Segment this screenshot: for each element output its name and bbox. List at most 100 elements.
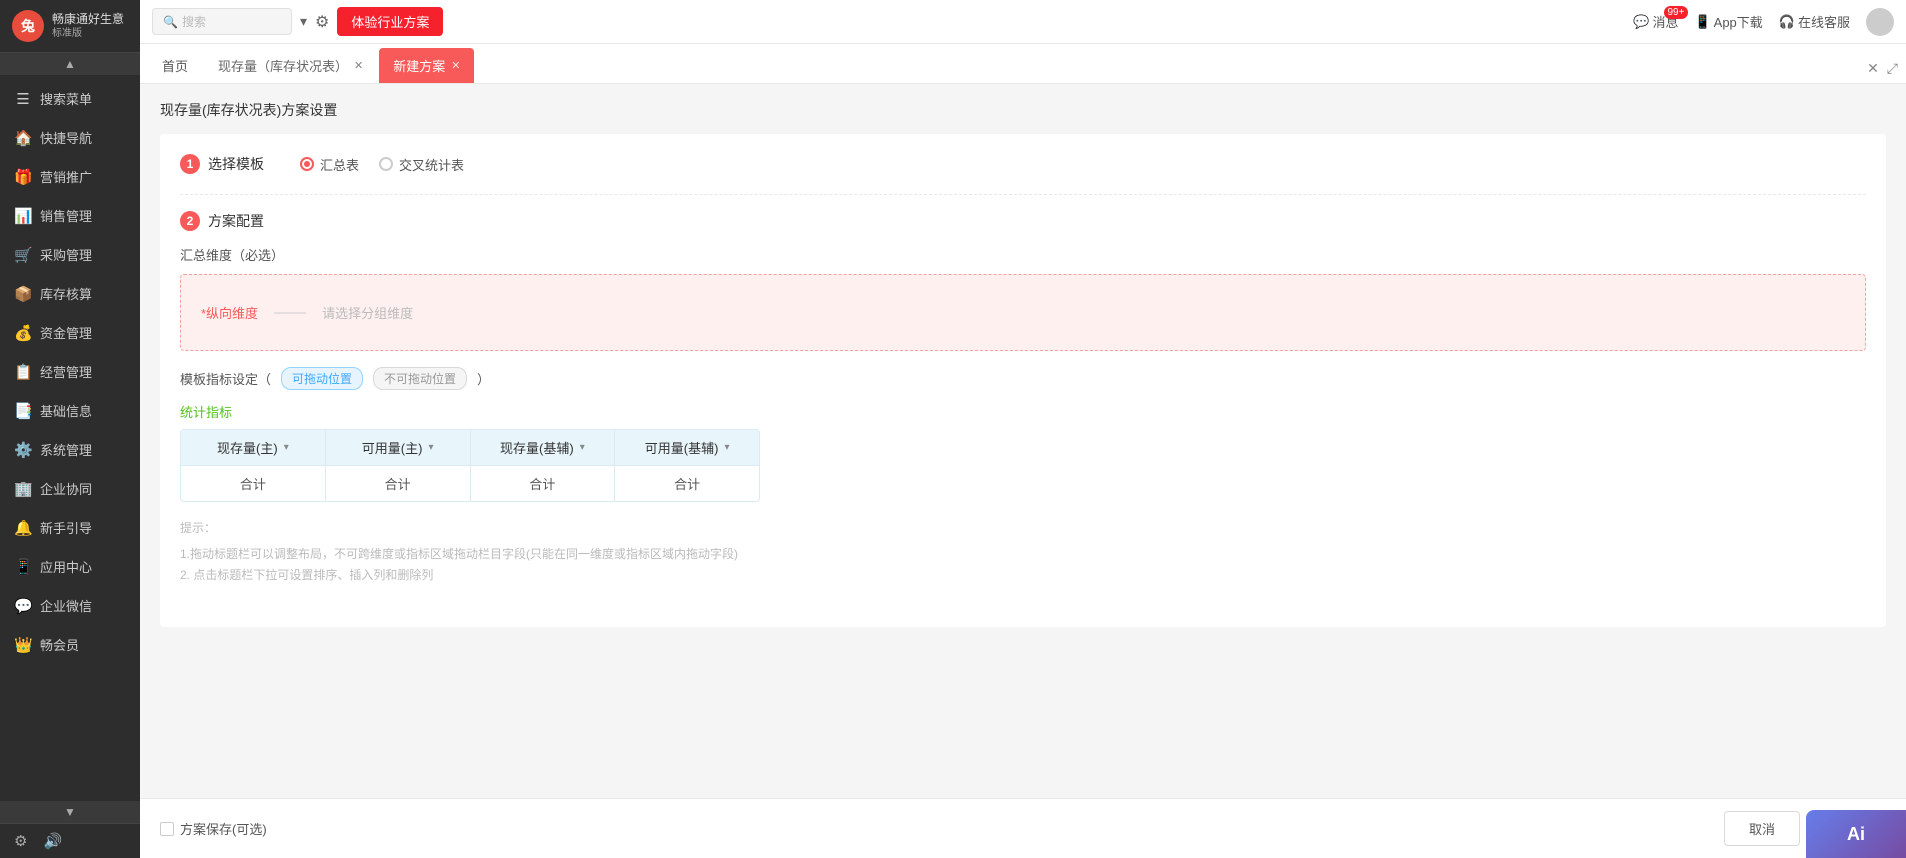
topbar: 🔍 搜索 ▾ ⚙ 体验行业方案 💬 消息 99+ 📱 App下载 🎧 在线客服 <box>140 0 1906 44</box>
window-expand-btn[interactable]: ⤢ <box>1887 60 1898 77</box>
indicator-label: 模板指标设定（ 可拖动位置 不可拖动位置 ） <box>180 367 1866 390</box>
draggable-chip[interactable]: 可拖动位置 <box>281 367 363 390</box>
sidebar-item-system[interactable]: ⚙️ 系统管理 <box>0 430 140 469</box>
sound-footer-icon[interactable]: 🔊 <box>43 832 62 850</box>
headset-icon: 🎧 <box>1779 14 1795 30</box>
basic-info-icon: 📑 <box>14 402 32 420</box>
stats-col-2[interactable]: 现存量(基辅) ▾ <box>471 430 616 465</box>
step1-title: 选择模板 <box>208 154 264 174</box>
sales-icon: 📊 <box>14 207 32 225</box>
stats-section: 统计指标 现存量(主) ▾ 可用量(主) ▾ <box>180 402 1866 502</box>
app-logo-text: 畅康通好生意 标准版 <box>52 12 124 41</box>
col0-dropdown-icon[interactable]: ▾ <box>284 442 289 453</box>
stats-col-1[interactable]: 可用量(主) ▾ <box>326 430 471 465</box>
stats-col-3[interactable]: 可用量(基辅) ▾ <box>615 430 759 465</box>
wechat-icon: 💬 <box>14 597 32 615</box>
cancel-button[interactable]: 取消 <box>1724 811 1800 846</box>
save-checkbox[interactable] <box>160 822 174 836</box>
sidebar-scroll-down[interactable]: ▼ <box>0 801 140 823</box>
sidebar-logo: 兔 畅康通好生意 标准版 <box>0 0 140 53</box>
main-area: 🔍 搜索 ▾ ⚙ 体验行业方案 💬 消息 99+ 📱 App下载 🎧 在线客服 <box>140 0 1906 858</box>
customer-service-btn[interactable]: 🎧 在线客服 <box>1779 12 1850 31</box>
tab-new-scheme-close-icon[interactable]: ✕ <box>451 59 460 72</box>
dimension-required-area[interactable]: *纵向维度 —— 请选择分组维度 <box>180 274 1866 351</box>
sidebar-item-quick-nav[interactable]: 🏠 快捷导航 <box>0 118 140 157</box>
col2-dropdown-icon[interactable]: ▾ <box>580 442 585 453</box>
sidebar-item-sales[interactable]: 📊 销售管理 <box>0 196 140 235</box>
sidebar-item-app-center[interactable]: 📱 应用中心 <box>0 547 140 586</box>
template-radio-group: 汇总表 交叉统计表 <box>300 155 464 174</box>
stats-table: 现存量(主) ▾ 可用量(主) ▾ 现存量(基辅) ▾ <box>180 429 760 502</box>
sidebar-footer: ⚙ 🔊 <box>0 823 140 858</box>
radio-cross-circle <box>379 157 393 171</box>
sidebar-item-member[interactable]: 👑 畅会员 <box>0 625 140 664</box>
radio-summary[interactable]: 汇总表 <box>300 155 359 174</box>
operations-icon: 📋 <box>14 363 32 381</box>
tab-home[interactable]: 首页 <box>148 48 202 83</box>
step2-num: 2 <box>180 211 200 231</box>
sidebar-item-basic-info[interactable]: 📑 基础信息 <box>0 391 140 430</box>
sidebar-scroll-up[interactable]: ▲ <box>0 53 140 75</box>
topbar-dropdown-icon[interactable]: ▾ <box>300 13 307 30</box>
message-btn[interactable]: 💬 消息 99+ <box>1633 12 1678 31</box>
finance-icon: 💰 <box>14 324 32 342</box>
stats-cell-0-3: 合计 <box>615 466 759 501</box>
app-logo-icon: 兔 <box>12 10 44 42</box>
app-download-icon: 📱 <box>1694 14 1710 30</box>
app-download-btn[interactable]: 📱 App下载 <box>1694 12 1762 31</box>
stats-cell-0-0: 合计 <box>181 466 326 501</box>
guide-icon: 🔔 <box>14 519 32 537</box>
stats-cell-0-2: 合计 <box>471 466 616 501</box>
step2-header: 2 方案配置 <box>180 211 1866 231</box>
window-close-btn[interactable]: ✕ <box>1867 60 1879 77</box>
inventory-icon: 📦 <box>14 285 32 303</box>
topbar-right: 💬 消息 99+ 📱 App下载 🎧 在线客服 <box>1633 8 1894 36</box>
sidebar-item-enterprise[interactable]: 🏢 企业协同 <box>0 469 140 508</box>
col3-dropdown-icon[interactable]: ▾ <box>724 442 729 453</box>
radio-cross[interactable]: 交叉统计表 <box>379 155 464 174</box>
sidebar-item-inventory[interactable]: 📦 库存核算 <box>0 274 140 313</box>
stats-col-0[interactable]: 现存量(主) ▾ <box>181 430 326 465</box>
tab-inventory-close-icon[interactable]: ✕ <box>354 59 363 72</box>
purchase-icon: 🛒 <box>14 246 32 264</box>
col1-dropdown-icon[interactable]: ▾ <box>428 442 433 453</box>
tab-new-scheme[interactable]: 新建方案 ✕ <box>379 48 474 83</box>
footer: 方案保存(可选) 取消 查询 <box>140 798 1906 858</box>
step2-title: 方案配置 <box>208 211 264 231</box>
sidebar-item-finance[interactable]: 💰 资金管理 <box>0 313 140 352</box>
tips-section: 提示： 1.拖动标题栏可以调整布局，不可跨维度或指标区域拖动栏目字段(只能在同一… <box>180 518 1866 587</box>
sidebar-item-operations[interactable]: 📋 经营管理 <box>0 352 140 391</box>
scheme-card: 1 选择模板 汇总表 交叉统计表 <box>160 134 1886 627</box>
sidebar-item-search-menu[interactable]: ☰ 搜索菜单 <box>0 79 140 118</box>
trial-btn[interactable]: 体验行业方案 <box>337 7 443 36</box>
user-avatar[interactable] <box>1866 8 1894 36</box>
app-center-icon: 📱 <box>14 558 32 576</box>
settings-footer-icon[interactable]: ⚙ <box>14 832 27 850</box>
sidebar-item-purchase[interactable]: 🛒 采购管理 <box>0 235 140 274</box>
ai-float-button[interactable]: Ai <box>1806 810 1906 858</box>
radio-summary-circle <box>300 157 314 171</box>
sidebar-item-marketing[interactable]: 🎁 营销推广 <box>0 157 140 196</box>
message-badge: 99+ <box>1664 6 1689 19</box>
sidebar-nav: ☰ 搜索菜单 🏠 快捷导航 🎁 营销推广 📊 销售管理 🛒 采购管理 📦 库存核… <box>0 75 140 801</box>
marketing-icon: 🎁 <box>14 168 32 186</box>
summary-dimension-label: 汇总维度（必选） <box>180 245 1866 264</box>
topbar-search-box[interactable]: 🔍 搜索 <box>152 8 292 35</box>
indicator-settings: 模板指标设定（ 可拖动位置 不可拖动位置 ） 统计指标 现存量(主) ▾ <box>180 367 1866 502</box>
enterprise-icon: 🏢 <box>14 480 32 498</box>
step1-num: 1 <box>180 154 200 174</box>
sidebar-item-guide[interactable]: 🔔 新手引导 <box>0 508 140 547</box>
tab-inventory-status[interactable]: 现存量（库存状况表） ✕ <box>204 48 377 83</box>
sidebar-item-wechat[interactable]: 💬 企业微信 <box>0 586 140 625</box>
home-icon: 🏠 <box>14 129 32 147</box>
content-area: 现存量(库存状况表)方案设置 1 选择模板 汇总表 交叉统计表 <box>140 84 1906 798</box>
step1-header: 1 选择模板 汇总表 交叉统计表 <box>180 154 1866 174</box>
divider: —— <box>274 304 306 322</box>
page-title: 现存量(库存状况表)方案设置 <box>160 100 1886 120</box>
sidebar: 兔 畅康通好生意 标准版 ▲ ☰ 搜索菜单 🏠 快捷导航 🎁 营销推广 📊 销售… <box>0 0 140 858</box>
stats-cell-0-1: 合计 <box>326 466 471 501</box>
step1-section: 1 选择模板 汇总表 交叉统计表 <box>180 154 1866 174</box>
topbar-gear-icon[interactable]: ⚙ <box>315 12 329 32</box>
window-controls: ✕ ⤢ <box>1867 60 1898 83</box>
stats-title: 统计指标 <box>180 402 1866 421</box>
